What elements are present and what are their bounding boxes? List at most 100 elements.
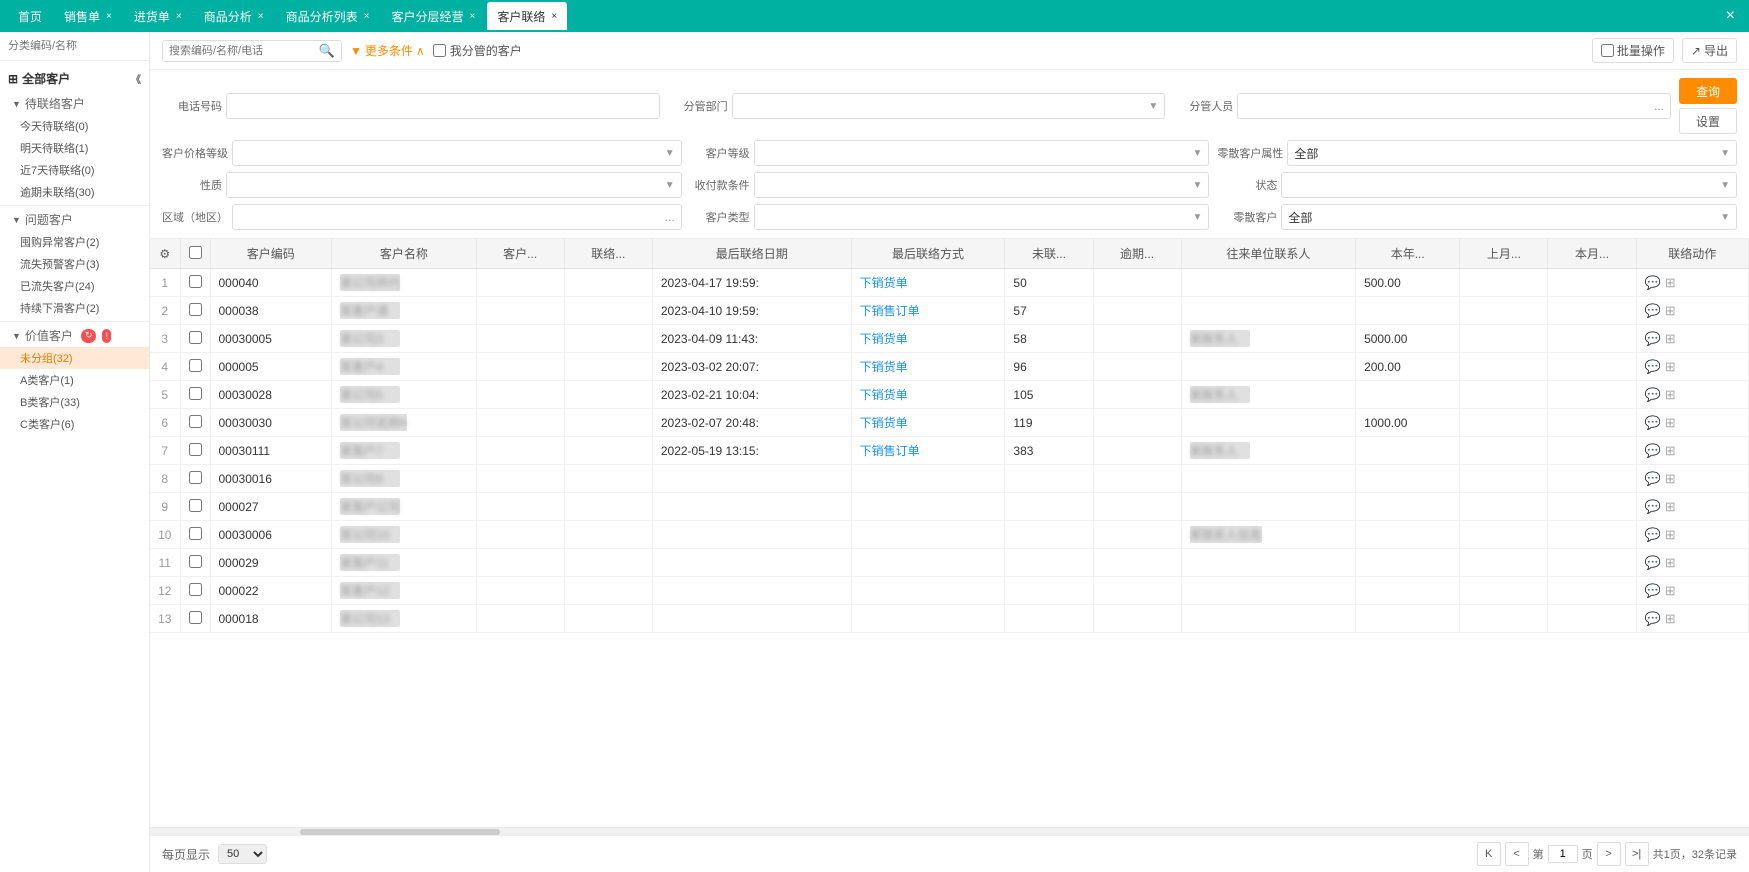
row-select-checkbox[interactable]: [189, 499, 202, 512]
message-action-icon[interactable]: 💬: [1645, 331, 1661, 347]
nature-select[interactable]: ▼: [226, 172, 682, 198]
tab-purchase-order[interactable]: 进货单 ×: [124, 2, 192, 30]
row-select-checkbox[interactable]: [189, 415, 202, 428]
customer-type-select[interactable]: ▼: [754, 204, 1210, 230]
tab-customer-contact[interactable]: 客户联络 ×: [487, 2, 567, 30]
select-all-checkbox[interactable]: [189, 246, 202, 259]
export-btn[interactable]: ↗ 导出: [1682, 38, 1737, 63]
message-action-icon[interactable]: 💬: [1645, 499, 1661, 515]
col-last-contact-date[interactable]: 最后联络日期: [652, 239, 851, 269]
horizontal-scrollbar[interactable]: [150, 827, 1749, 835]
close-tab-product-analysis[interactable]: ×: [258, 11, 264, 22]
grid-action-icon[interactable]: ⊞: [1665, 415, 1676, 431]
row-checkbox[interactable]: [180, 549, 210, 577]
close-tab-sales[interactable]: ×: [106, 11, 112, 22]
message-action-icon[interactable]: 💬: [1645, 527, 1661, 543]
first-page-btn[interactable]: K: [1477, 842, 1501, 866]
sidebar-item-churn-warning[interactable]: 流失预警客户(3): [0, 253, 149, 275]
main-search-icon[interactable]: 🔍: [319, 43, 335, 59]
prev-page-btn[interactable]: <: [1505, 842, 1529, 866]
page-size-select[interactable]: 50 20 100: [218, 844, 267, 864]
manager-select[interactable]: ...: [1237, 93, 1671, 119]
next-page-btn[interactable]: >: [1597, 842, 1621, 866]
row-checkbox[interactable]: [180, 605, 210, 633]
status-select[interactable]: ▼: [1281, 172, 1737, 198]
col-name[interactable]: 客户名称: [332, 239, 477, 269]
payment-select[interactable]: ▼: [754, 172, 1210, 198]
col-last-contact-method[interactable]: 最后联络方式: [851, 239, 1005, 269]
row-last-method[interactable]: 下销货单: [851, 353, 1005, 381]
col-settings[interactable]: ⚙: [150, 239, 180, 269]
row-last-method[interactable]: 下销售订单: [851, 437, 1005, 465]
row-checkbox[interactable]: [180, 493, 210, 521]
more-conditions-btn[interactable]: ▼ 更多条件 ∧: [350, 42, 425, 59]
window-close-button[interactable]: ×: [1720, 7, 1741, 25]
row-select-checkbox[interactable]: [189, 331, 202, 344]
close-tab-segment[interactable]: ×: [469, 11, 475, 22]
col-this-month[interactable]: 本月...: [1548, 239, 1636, 269]
row-select-checkbox[interactable]: [189, 527, 202, 540]
tab-sales-order[interactable]: 销售单 ×: [54, 2, 122, 30]
row-select-checkbox[interactable]: [189, 275, 202, 288]
sidebar-item-declining[interactable]: 持续下滑客户(2): [0, 297, 149, 319]
sidebar-item-abnormal[interactable]: 囤购异常客户(2): [0, 231, 149, 253]
row-select-checkbox[interactable]: [189, 359, 202, 372]
message-action-icon[interactable]: 💬: [1645, 275, 1661, 291]
message-action-icon[interactable]: 💬: [1645, 303, 1661, 319]
all-customers-header[interactable]: ⊞ 全部客户 《: [0, 65, 149, 92]
row-checkbox[interactable]: [180, 353, 210, 381]
col-last-month[interactable]: 上月...: [1460, 239, 1548, 269]
customer-level-select[interactable]: ▼: [754, 140, 1210, 166]
row-last-method[interactable]: 下销售订单: [851, 297, 1005, 325]
grid-action-icon[interactable]: ⊞: [1665, 387, 1676, 403]
tab-customer-segment[interactable]: 客户分层经营 ×: [381, 2, 485, 30]
query-button[interactable]: 查询: [1679, 78, 1737, 104]
main-search-box[interactable]: 🔍: [162, 40, 342, 62]
grid-action-icon[interactable]: ⊞: [1665, 583, 1676, 599]
tab-product-analysis[interactable]: 商品分析 ×: [194, 2, 274, 30]
group-pending-contact[interactable]: ▼ 待联络客户: [0, 92, 149, 115]
row-select-checkbox[interactable]: [189, 555, 202, 568]
group-value-customers[interactable]: ▼ 价值客户 ↻ !: [0, 324, 149, 347]
sidebar-item-class-b[interactable]: B类客户(33): [0, 391, 149, 413]
row-select-checkbox[interactable]: [189, 583, 202, 596]
message-action-icon[interactable]: 💬: [1645, 611, 1661, 627]
message-action-icon[interactable]: 💬: [1645, 583, 1661, 599]
row-select-checkbox[interactable]: [189, 387, 202, 400]
col-type[interactable]: 客户...: [476, 239, 564, 269]
sidebar-item-churned[interactable]: 已流失客户(24): [0, 275, 149, 297]
reset-button[interactable]: 设置: [1679, 108, 1737, 134]
grid-action-icon[interactable]: ⊞: [1665, 303, 1676, 319]
grid-action-icon[interactable]: ⊞: [1665, 499, 1676, 515]
sidebar-item-week-pending[interactable]: 近7天待联络(0): [0, 159, 149, 181]
grid-action-icon[interactable]: ⊞: [1665, 471, 1676, 487]
row-checkbox[interactable]: [180, 465, 210, 493]
row-last-method[interactable]: 下销货单: [851, 269, 1005, 297]
row-last-method[interactable]: 下销货单: [851, 381, 1005, 409]
row-checkbox[interactable]: [180, 409, 210, 437]
row-last-method[interactable]: 下销货单: [851, 325, 1005, 353]
message-action-icon[interactable]: 💬: [1645, 443, 1661, 459]
message-action-icon[interactable]: 💬: [1645, 415, 1661, 431]
row-checkbox[interactable]: [180, 437, 210, 465]
main-search-input[interactable]: [169, 45, 315, 57]
sidebar-item-overdue[interactable]: 逾期未联络(30): [0, 181, 149, 203]
row-checkbox[interactable]: [180, 381, 210, 409]
col-unit-contact[interactable]: 往来单位联系人: [1181, 239, 1355, 269]
sidebar-item-tomorrow-pending[interactable]: 明天待联络(1): [0, 137, 149, 159]
col-contact[interactable]: 联络...: [564, 239, 652, 269]
row-checkbox[interactable]: [180, 325, 210, 353]
close-tab-product-list[interactable]: ×: [364, 11, 370, 22]
grid-action-icon[interactable]: ⊞: [1665, 359, 1676, 375]
grid-action-icon[interactable]: ⊞: [1665, 443, 1676, 459]
dept-select[interactable]: ▼: [732, 93, 1166, 119]
row-select-checkbox[interactable]: [189, 443, 202, 456]
page-number-input[interactable]: [1548, 845, 1578, 863]
price-level-select[interactable]: ▼: [232, 140, 682, 166]
batch-operation-btn[interactable]: 批量操作: [1592, 38, 1674, 63]
close-tab-contact[interactable]: ×: [551, 11, 557, 22]
sidebar-search-box[interactable]: 🔍: [0, 32, 149, 61]
tab-product-analysis-list[interactable]: 商品分析列表 ×: [276, 2, 380, 30]
grid-action-icon[interactable]: ⊞: [1665, 527, 1676, 543]
col-no-contact[interactable]: 未联...: [1005, 239, 1093, 269]
